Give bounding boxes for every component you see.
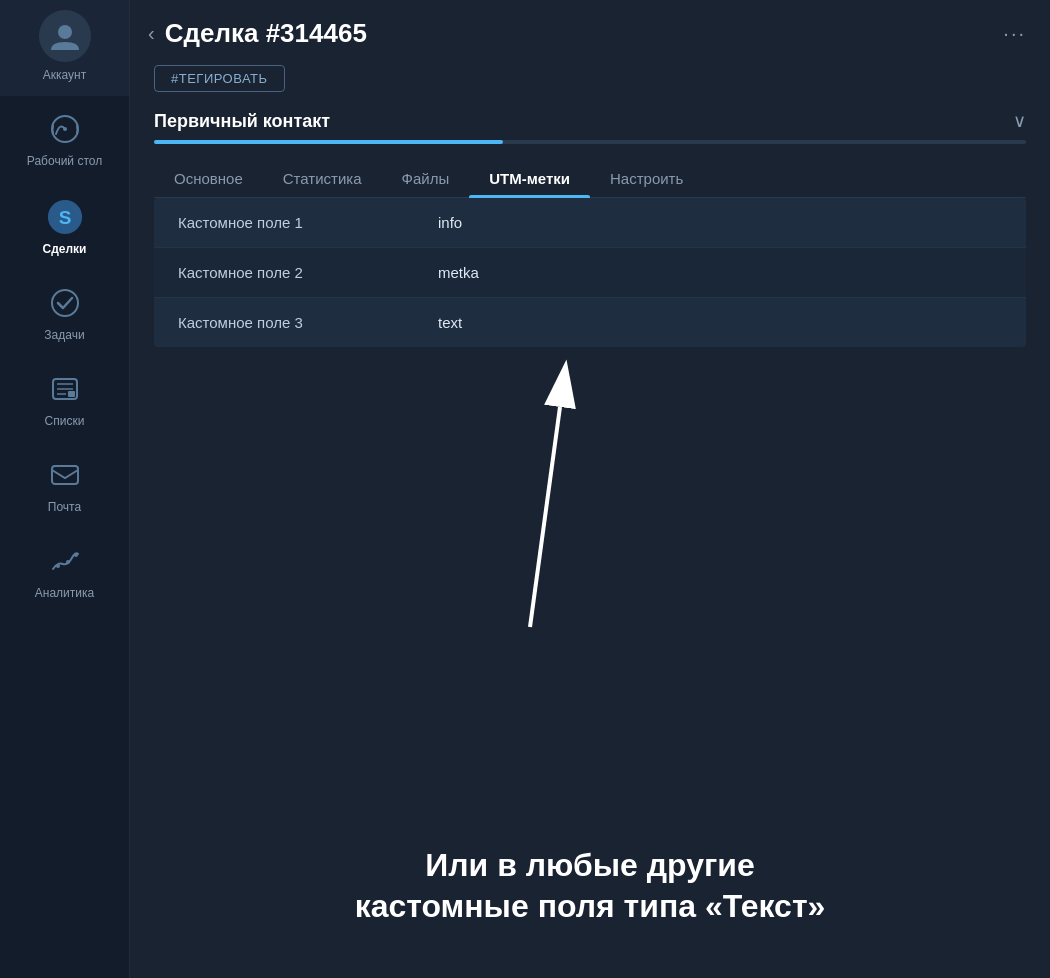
sidebar-item-account[interactable]: Аккаунт	[0, 0, 129, 96]
more-button[interactable]: ···	[1003, 22, 1026, 45]
tag-button[interactable]: #ТЕГИРОВАТЬ	[154, 65, 285, 92]
svg-point-12	[56, 564, 60, 568]
svg-rect-10	[68, 391, 75, 397]
header-left: ‹ Сделка #314465	[148, 18, 367, 49]
field-value-2: metka	[438, 264, 479, 281]
svg-line-16	[530, 407, 560, 627]
section-title: Первичный контакт	[154, 111, 330, 132]
field-label-2: Кастомное поле 2	[178, 264, 438, 281]
tab-settings[interactable]: Настроить	[590, 160, 703, 197]
svg-text:S: S	[58, 206, 71, 227]
sidebar-item-label: Сделки	[43, 242, 87, 256]
progress-bar-fill	[154, 140, 503, 144]
avatar	[39, 10, 91, 62]
table-row: Кастомное поле 1 info	[154, 198, 1026, 248]
chart-icon	[46, 542, 84, 580]
page-title: Сделка #314465	[165, 18, 367, 49]
sidebar-item-tasks[interactable]: Задачи	[0, 270, 129, 356]
mail-icon	[46, 456, 84, 494]
field-value-3: text	[438, 314, 462, 331]
sidebar-item-analytics[interactable]: Аналитика	[0, 528, 129, 614]
svg-point-2	[63, 127, 67, 131]
tabs-container: Основное Статистика Файлы UTM-метки Наст…	[154, 160, 1026, 198]
tabs: Основное Статистика Файлы UTM-метки Наст…	[154, 160, 1026, 197]
sidebar-item-lists[interactable]: Списки	[0, 356, 129, 442]
svg-point-14	[74, 553, 78, 557]
field-value-1: info	[438, 214, 462, 231]
field-label-1: Кастомное поле 1	[178, 214, 438, 231]
sidebar: Аккаунт Рабочий стол S Сделки	[0, 0, 130, 978]
tab-basic[interactable]: Основное	[154, 160, 263, 197]
table-row: Кастомное поле 2 metka	[154, 248, 1026, 298]
gauge-icon	[46, 110, 84, 148]
tab-utm[interactable]: UTM-метки	[469, 160, 590, 197]
tag-section: #ТЕГИРОВАТЬ	[130, 59, 1050, 106]
main-content: ‹ Сделка #314465 ··· #ТЕГИРОВАТЬ Первичн…	[130, 0, 1050, 978]
field-label-3: Кастомное поле 3	[178, 314, 438, 331]
sidebar-item-label: Рабочий стол	[27, 154, 102, 170]
annotation-text: Или в любые другие кастомные поля типа «…	[340, 845, 840, 928]
section-header: Первичный контакт ∨	[130, 106, 1050, 132]
svg-rect-11	[52, 466, 78, 484]
check-icon	[46, 284, 84, 322]
sidebar-item-label: Аналитика	[35, 586, 94, 600]
page-header: ‹ Сделка #314465 ···	[130, 0, 1050, 59]
sidebar-item-label: Почта	[48, 500, 81, 514]
back-button[interactable]: ‹	[148, 22, 155, 45]
svg-point-5	[52, 290, 78, 316]
deals-icon: S	[46, 198, 84, 236]
progress-bar	[154, 140, 1026, 144]
sidebar-item-mail[interactable]: Почта	[0, 442, 129, 528]
sidebar-item-label: Аккаунт	[43, 68, 86, 82]
utm-table: Кастомное поле 1 info Кастомное поле 2 m…	[154, 198, 1026, 347]
annotation-area: Или в любые другие кастомные поля типа «…	[130, 347, 1050, 978]
table-row: Кастомное поле 3 text	[154, 298, 1026, 347]
sidebar-item-label: Списки	[45, 414, 85, 428]
sidebar-item-deals[interactable]: S Сделки	[0, 184, 129, 270]
svg-point-13	[66, 560, 70, 564]
tab-stats[interactable]: Статистика	[263, 160, 382, 197]
list-icon	[46, 370, 84, 408]
tab-files[interactable]: Файлы	[382, 160, 470, 197]
sidebar-item-label: Задачи	[44, 328, 84, 342]
svg-point-0	[58, 25, 72, 39]
sidebar-item-dashboard[interactable]: Рабочий стол	[0, 96, 129, 184]
chevron-down-icon[interactable]: ∨	[1013, 110, 1026, 132]
